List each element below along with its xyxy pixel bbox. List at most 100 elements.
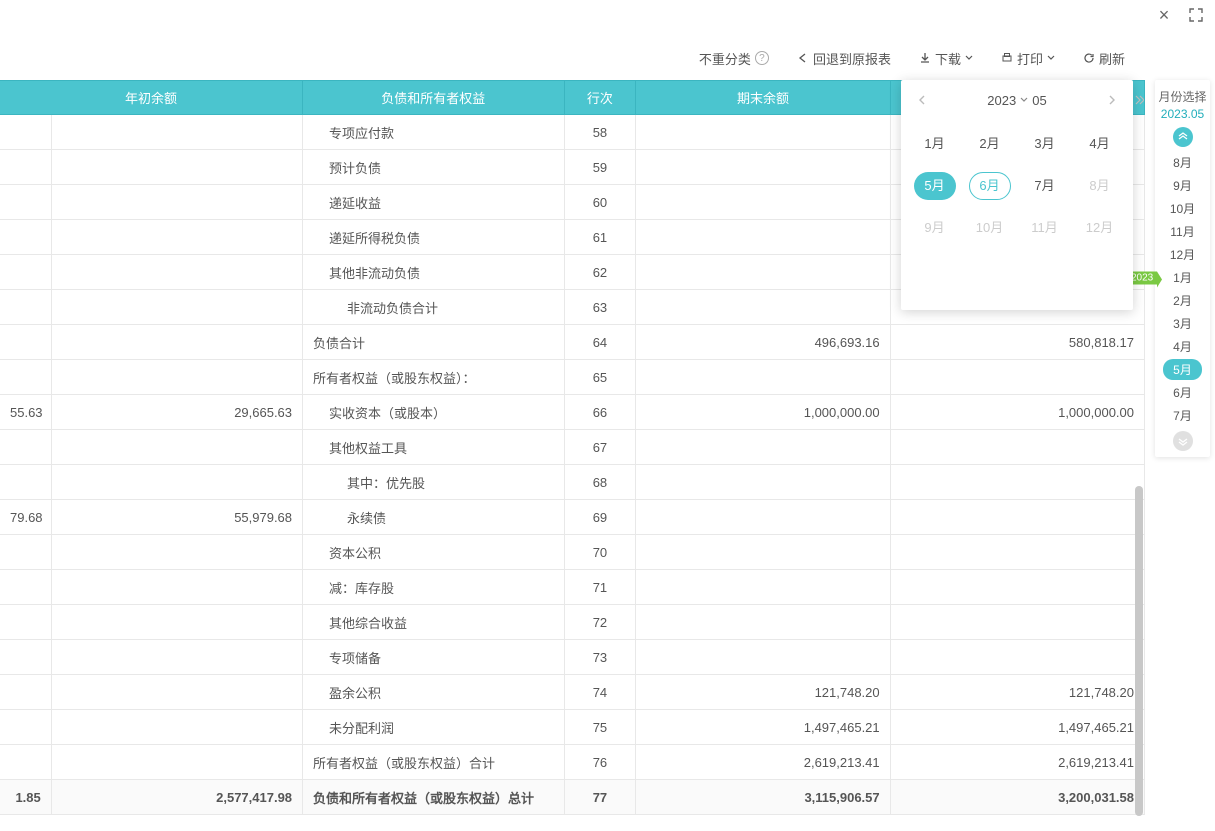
cell-rownum: 66 [564, 395, 636, 430]
cell [890, 465, 1144, 500]
table-row[interactable]: 所有者权益（或股东权益）合计762,619,213.412,619,213.41 [0, 745, 1145, 780]
table-row[interactable]: 其他权益工具67 [0, 430, 1145, 465]
cell-rownum: 65 [564, 360, 636, 395]
table-row[interactable]: 其中：优先股68 [0, 465, 1145, 500]
table-row[interactable]: 79.6855,979.68永续债69 [0, 500, 1145, 535]
cell [51, 255, 302, 290]
cell [0, 430, 51, 465]
cell-rownum: 70 [564, 535, 636, 570]
cell [636, 255, 890, 290]
table-row[interactable]: 负债合计64496,693.16580,818.17 [0, 325, 1145, 360]
next-year-icon[interactable] [1103, 89, 1121, 112]
table-row[interactable]: 其他综合收益72 [0, 605, 1145, 640]
cell [51, 115, 302, 150]
month-strip-item[interactable]: 9月 [1155, 174, 1210, 197]
month-option[interactable]: 3月 [1024, 130, 1066, 158]
cell [51, 745, 302, 780]
table-row[interactable]: 未分配利润751,497,465.211,497,465.21 [0, 710, 1145, 745]
cell: 3,200,031.58 [890, 780, 1144, 815]
cell [51, 465, 302, 500]
cell-label: 盈余公积 [303, 675, 565, 710]
month-option[interactable]: 1月 [914, 130, 956, 158]
cell [636, 605, 890, 640]
cell [890, 570, 1144, 605]
cell [636, 430, 890, 465]
table-row[interactable]: 资本公积70 [0, 535, 1145, 570]
cell: 1.85 [0, 780, 51, 815]
month-strip-up-icon[interactable] [1173, 127, 1193, 147]
cell [51, 535, 302, 570]
cell: 121,748.20 [636, 675, 890, 710]
panel-next-icon[interactable] [1131, 92, 1147, 108]
month-strip-item[interactable]: 7月 [1155, 404, 1210, 427]
month-strip-item[interactable]: 4月 [1155, 335, 1210, 358]
month-strip-item[interactable]: 5月 [1163, 359, 1202, 380]
vertical-scrollbar[interactable] [1135, 116, 1143, 796]
no-regroup-button[interactable]: 不重分类 ? [699, 49, 769, 68]
restore-button[interactable]: 回退到原报表 [797, 49, 891, 68]
cell-rownum: 58 [564, 115, 636, 150]
month-strip-item[interactable]: 6月 [1155, 381, 1210, 404]
month-option[interactable]: 6月 [969, 172, 1011, 200]
table-row[interactable]: 1.852,577,417.98负债和所有者权益（或股东权益）总计773,115… [0, 780, 1145, 815]
download-button[interactable]: 下载 [919, 49, 973, 68]
cell-rownum: 72 [564, 605, 636, 640]
cell: 55,979.68 [51, 500, 302, 535]
month-strip-down-icon[interactable] [1173, 431, 1193, 451]
refresh-button[interactable]: 刷新 [1083, 49, 1125, 68]
month-option: 12月 [1079, 214, 1121, 242]
cell: 1,000,000.00 [636, 395, 890, 430]
month-strip-item[interactable]: 2月 [1155, 289, 1210, 312]
cell-rownum: 60 [564, 185, 636, 220]
cell [0, 360, 51, 395]
month-option[interactable]: 5月 [914, 172, 956, 200]
month-strip-item[interactable]: 8月 [1155, 151, 1210, 174]
restore-label: 回退到原报表 [813, 49, 891, 68]
cell-label: 实收资本（或股本） [303, 395, 565, 430]
month-strip-current: 2023.05 [1155, 107, 1210, 121]
scrollbar-thumb[interactable] [1135, 486, 1143, 816]
cell [0, 290, 51, 325]
cell-rownum: 73 [564, 640, 636, 675]
cell-label: 专项应付款 [303, 115, 565, 150]
cell [0, 465, 51, 500]
print-button[interactable]: 打印 [1001, 49, 1055, 68]
cell [636, 150, 890, 185]
table-row[interactable]: 专项储备73 [0, 640, 1145, 675]
fullscreen-button[interactable] [1185, 4, 1207, 26]
cell [636, 465, 890, 500]
month-option[interactable]: 4月 [1079, 130, 1121, 158]
cell [0, 255, 51, 290]
cell-label: 递延所得税负债 [303, 220, 565, 255]
picker-year[interactable]: 2023 [987, 93, 1016, 108]
table-row[interactable]: 55.6329,665.63实收资本（或股本）661,000,000.001,0… [0, 395, 1145, 430]
cell [890, 360, 1144, 395]
month-option[interactable]: 2月 [969, 130, 1011, 158]
help-icon: ? [755, 51, 769, 65]
cell [0, 220, 51, 255]
cell: 3,115,906.57 [636, 780, 890, 815]
month-strip-item[interactable]: 3月 [1155, 312, 1210, 335]
month-strip-item[interactable]: 1月2023 [1155, 266, 1210, 289]
cell-rownum: 75 [564, 710, 636, 745]
cell: 79.68 [0, 500, 51, 535]
prev-year-icon[interactable] [913, 89, 931, 112]
cell-rownum: 61 [564, 220, 636, 255]
cell-label: 资本公积 [303, 535, 565, 570]
cell [51, 605, 302, 640]
month-option[interactable]: 7月 [1024, 172, 1066, 200]
month-strip-item[interactable]: 11月 [1155, 220, 1210, 243]
cell: 2,619,213.41 [890, 745, 1144, 780]
month-strip-item[interactable]: 10月 [1155, 197, 1210, 220]
cell-label: 减：库存股 [303, 570, 565, 605]
cell [0, 675, 51, 710]
table-row[interactable]: 盈余公积74121,748.20121,748.20 [0, 675, 1145, 710]
cell-rownum: 69 [564, 500, 636, 535]
table-row[interactable]: 减：库存股71 [0, 570, 1145, 605]
month-strip-item[interactable]: 12月 [1155, 243, 1210, 266]
cell-rownum: 71 [564, 570, 636, 605]
cell [0, 570, 51, 605]
table-row[interactable]: 所有者权益（或股东权益）：65 [0, 360, 1145, 395]
cell [0, 115, 51, 150]
close-button[interactable]: × [1153, 4, 1175, 26]
